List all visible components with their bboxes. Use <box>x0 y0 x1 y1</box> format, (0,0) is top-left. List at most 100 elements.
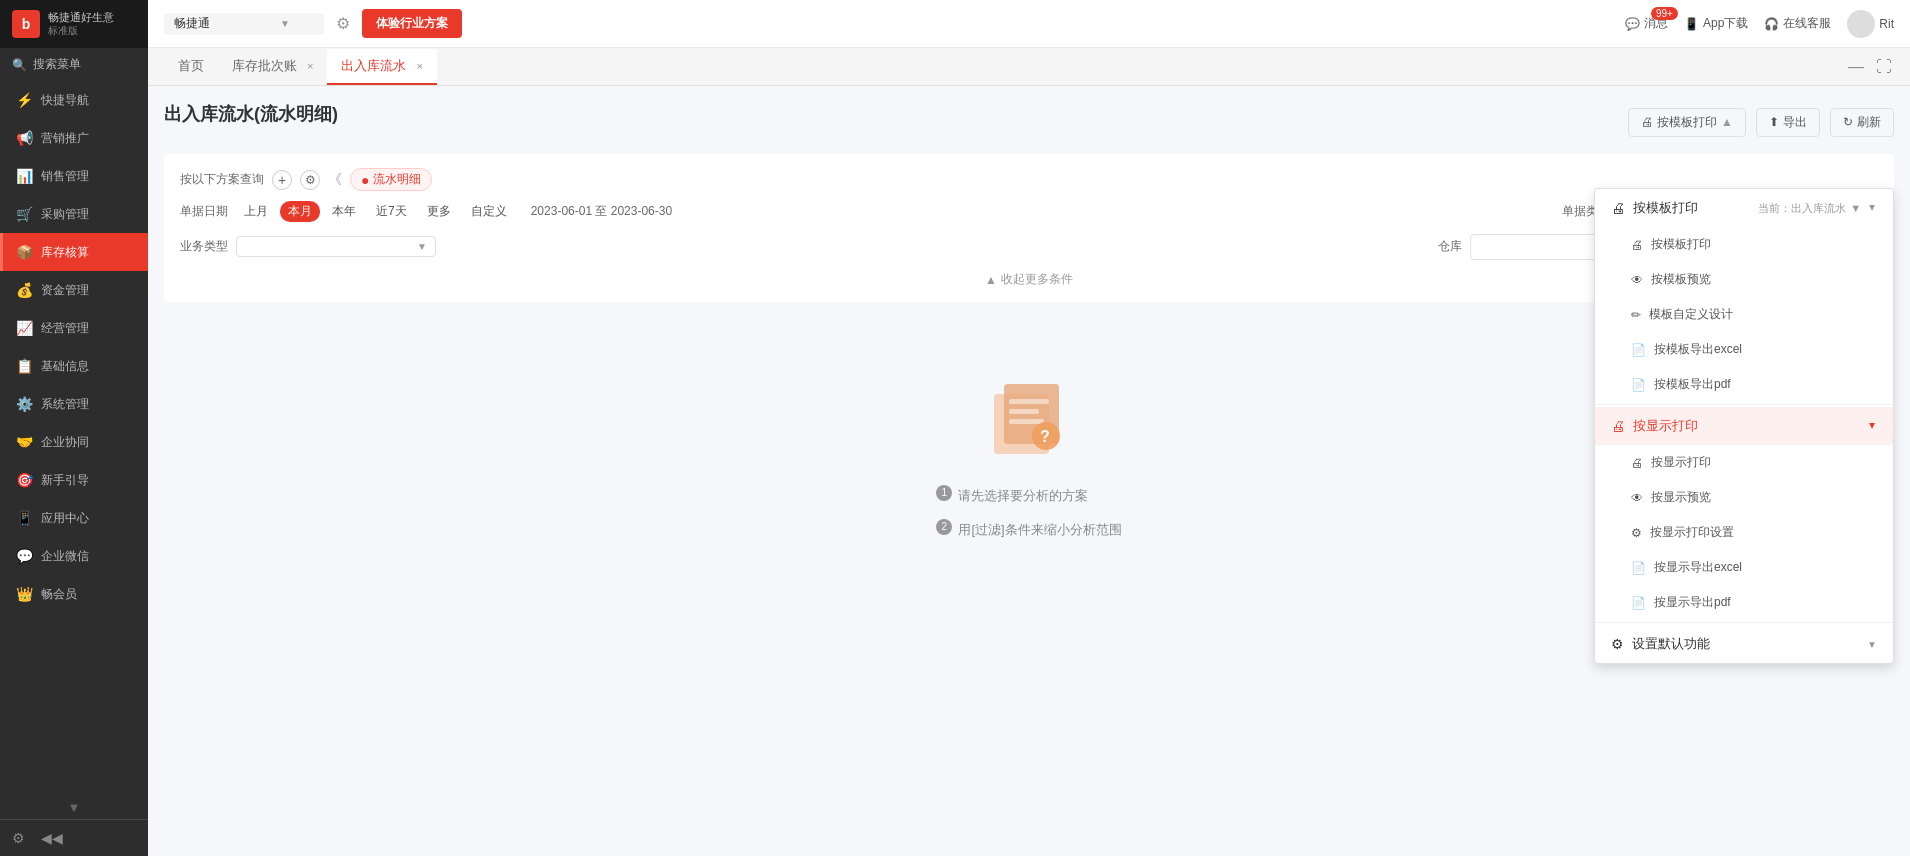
collab-icon: 🤝 <box>15 433 33 451</box>
dropdown-display-section-header[interactable]: 🖨 按显示打印 ▲ <box>1595 407 1893 445</box>
empty-icon: ? <box>984 374 1074 467</box>
page-toolbar: 🖨 按模板打印 ▲ ⬆ 导出 ↻ 刷新 <box>1628 108 1894 137</box>
tab-batch[interactable]: 库存批次账 × <box>218 49 327 85</box>
dropdown-item-display-print[interactable]: 🖨 按显示打印 <box>1595 445 1893 480</box>
date-opt-thisyear[interactable]: 本年 <box>324 201 364 222</box>
print-btn[interactable]: 🖨 按模板打印 ▲ <box>1628 108 1746 137</box>
topbar-search-wrapper[interactable]: ▼ <box>164 13 324 35</box>
inventory-icon: 📦 <box>15 243 33 261</box>
sidebar-item-marketing[interactable]: 📢 营销推广 <box>0 119 148 157</box>
user-name: Rit <box>1879 17 1894 31</box>
online-service-btn[interactable]: 🎧 在线客服 <box>1764 15 1831 32</box>
sidebar-item-operation[interactable]: 📈 经营管理 <box>0 309 148 347</box>
template-custom-label: 模板自定义设计 <box>1649 306 1733 323</box>
filter-tag-icon: ● <box>361 172 369 188</box>
date-opt-thismonth[interactable]: 本月 <box>280 201 320 222</box>
business-field-label: 业务类型 <box>180 238 228 255</box>
wechat-icon: 💬 <box>15 547 33 565</box>
dropdown-item-display-pdf[interactable]: 📄 按显示导出pdf <box>1595 585 1893 620</box>
date-opt-custom[interactable]: 自定义 <box>463 201 515 222</box>
collapse-footer-btn[interactable]: ◀◀ <box>41 830 63 846</box>
template-section-arrow: ▲ <box>1867 203 1877 214</box>
filter-setting-btn[interactable]: ⚙ <box>300 170 320 190</box>
date-opt-7days[interactable]: 近7天 <box>368 201 415 222</box>
trial-btn[interactable]: 体验行业方案 <box>362 9 462 38</box>
date-opt-more[interactable]: 更多 <box>419 201 459 222</box>
dropdown-item-template-preview[interactable]: 👁 按模板预览 <box>1595 262 1893 297</box>
dropdown-item-display-settings[interactable]: ⚙ 按显示打印设置 <box>1595 515 1893 550</box>
dropdown-item-display-excel[interactable]: 📄 按显示导出excel <box>1595 550 1893 585</box>
headset-icon: 🎧 <box>1764 17 1779 31</box>
collapse-label: 收起更多条件 <box>1001 271 1073 288</box>
display-preview-icon: 👁 <box>1631 491 1643 505</box>
sidebar-item-purchase[interactable]: 🛒 采购管理 <box>0 195 148 233</box>
export-btn-label: 导出 <box>1783 114 1807 131</box>
tab-flow[interactable]: 出入库流水 × <box>327 49 436 85</box>
sidebar-item-label: 畅会员 <box>41 586 77 603</box>
dropdown-defaults-section-header[interactable]: ⚙ 设置默认功能 ▼ <box>1595 625 1893 663</box>
tip-num-1: 1 <box>936 485 952 501</box>
topbar-search-dropdown-icon[interactable]: ▼ <box>280 18 290 29</box>
sidebar-search[interactable]: 🔍 搜索菜单 <box>0 48 148 81</box>
sidebar-item-member[interactable]: 👑 畅会员 <box>0 575 148 613</box>
export-btn[interactable]: ⬆ 导出 <box>1756 108 1820 137</box>
sidebar-item-guide[interactable]: 🎯 新手引导 <box>0 461 148 499</box>
tab-batch-close[interactable]: × <box>307 60 313 72</box>
topbar-search-input[interactable] <box>174 17 274 31</box>
filter-label: 按以下方案查询 <box>180 171 264 188</box>
dropdown-item-template-print[interactable]: 🖨 按模板打印 <box>1595 227 1893 262</box>
sidebar-item-appcenter[interactable]: 📱 应用中心 <box>0 499 148 537</box>
sidebar-item-quicknav[interactable]: ⚡ 快捷导航 <box>0 81 148 119</box>
message-badge: 99+ <box>1651 7 1678 20</box>
app-download-btn[interactable]: 📱 App下载 <box>1684 15 1748 32</box>
sidebar-item-finance[interactable]: 💰 资金管理 <box>0 271 148 309</box>
business-type-select[interactable]: ▼ <box>236 236 436 257</box>
display-preview-label: 按显示预览 <box>1651 489 1711 506</box>
filter-business-field: 业务类型 ▼ <box>180 236 436 257</box>
topbar-gear-icon[interactable]: ⚙ <box>336 14 350 33</box>
defaults-label: 设置默认功能 <box>1632 635 1710 653</box>
tab-home[interactable]: 首页 <box>164 49 218 85</box>
sidebar-item-system[interactable]: ⚙️ 系统管理 <box>0 385 148 423</box>
sidebar-footer: ⚙ ◀◀ <box>0 819 148 856</box>
sidebar: b 畅捷通好生意 标准版 🔍 搜索菜单 ⚡ 快捷导航 📢 营销推广 📊 销售管理 <box>0 0 148 856</box>
business-type-arrow: ▼ <box>417 241 427 252</box>
tab-minimize-btn[interactable]: — <box>1846 56 1866 78</box>
filter-collapse-btn[interactable]: 《 <box>328 171 342 189</box>
dropdown-item-display-preview[interactable]: 👁 按显示预览 <box>1595 480 1893 515</box>
refresh-btn-label: 刷新 <box>1857 114 1881 131</box>
tabbar: 首页 库存批次账 × 出入库流水 × — ⛶ <box>148 48 1910 86</box>
filter-tag[interactable]: ● 流水明细 <box>350 168 432 191</box>
sidebar-scroll-down[interactable]: ▼ <box>0 796 148 819</box>
marketing-icon: 📢 <box>15 129 33 147</box>
sidebar-item-collab[interactable]: 🤝 企业协同 <box>0 423 148 461</box>
filter-add-btn[interactable]: + <box>272 170 292 190</box>
sidebar-item-basic[interactable]: 📋 基础信息 <box>0 347 148 385</box>
dropdown-item-template-pdf[interactable]: 📄 按模板导出pdf <box>1595 367 1893 402</box>
sidebar-item-wechat[interactable]: 💬 企业微信 <box>0 537 148 575</box>
message-btn[interactable]: 💬 消息 99+ <box>1625 15 1668 32</box>
tab-maximize-btn[interactable]: ⛶ <box>1874 56 1894 78</box>
print-btn-label: 按模板打印 <box>1657 114 1717 131</box>
defaults-icon: ⚙ <box>1611 636 1624 652</box>
filter-tag-label: 流水明细 <box>373 171 421 188</box>
sidebar-item-label: 企业微信 <box>41 548 89 565</box>
sidebar-item-inventory[interactable]: 📦 库存核算 <box>0 233 148 271</box>
dropdown-template-section-header[interactable]: 🖨 按模板打印 当前：出入库流水 ▼ ▲ <box>1595 189 1893 227</box>
sidebar-item-sales[interactable]: 📊 销售管理 <box>0 157 148 195</box>
date-opt-lastmonth[interactable]: 上月 <box>236 201 276 222</box>
display-print-label: 按显示打印 <box>1651 454 1711 471</box>
sidebar-item-label: 资金管理 <box>41 282 89 299</box>
user-avatar-btn[interactable]: Rit <box>1847 10 1894 38</box>
dropdown-item-template-custom[interactable]: ✏ 模板自定义设计 <box>1595 297 1893 332</box>
display-section-label: 按显示打印 <box>1633 417 1698 435</box>
settings-footer-btn[interactable]: ⚙ <box>12 830 25 846</box>
finance-icon: 💰 <box>15 281 33 299</box>
date-range: 2023-06-01 至 2023-06-30 <box>531 203 672 220</box>
dropdown-item-template-excel[interactable]: 📄 按模板导出excel <box>1595 332 1893 367</box>
filter-date-field: 单据日期 上月 本月 本年 近7天 更多 自定义 2023-06-01 至 20… <box>180 201 672 222</box>
tab-flow-close[interactable]: × <box>416 60 422 72</box>
refresh-btn[interactable]: ↻ 刷新 <box>1830 108 1894 137</box>
printer-icon: 🖨 <box>1611 200 1625 216</box>
warehouse-field-label: 仓库 <box>1438 238 1462 255</box>
